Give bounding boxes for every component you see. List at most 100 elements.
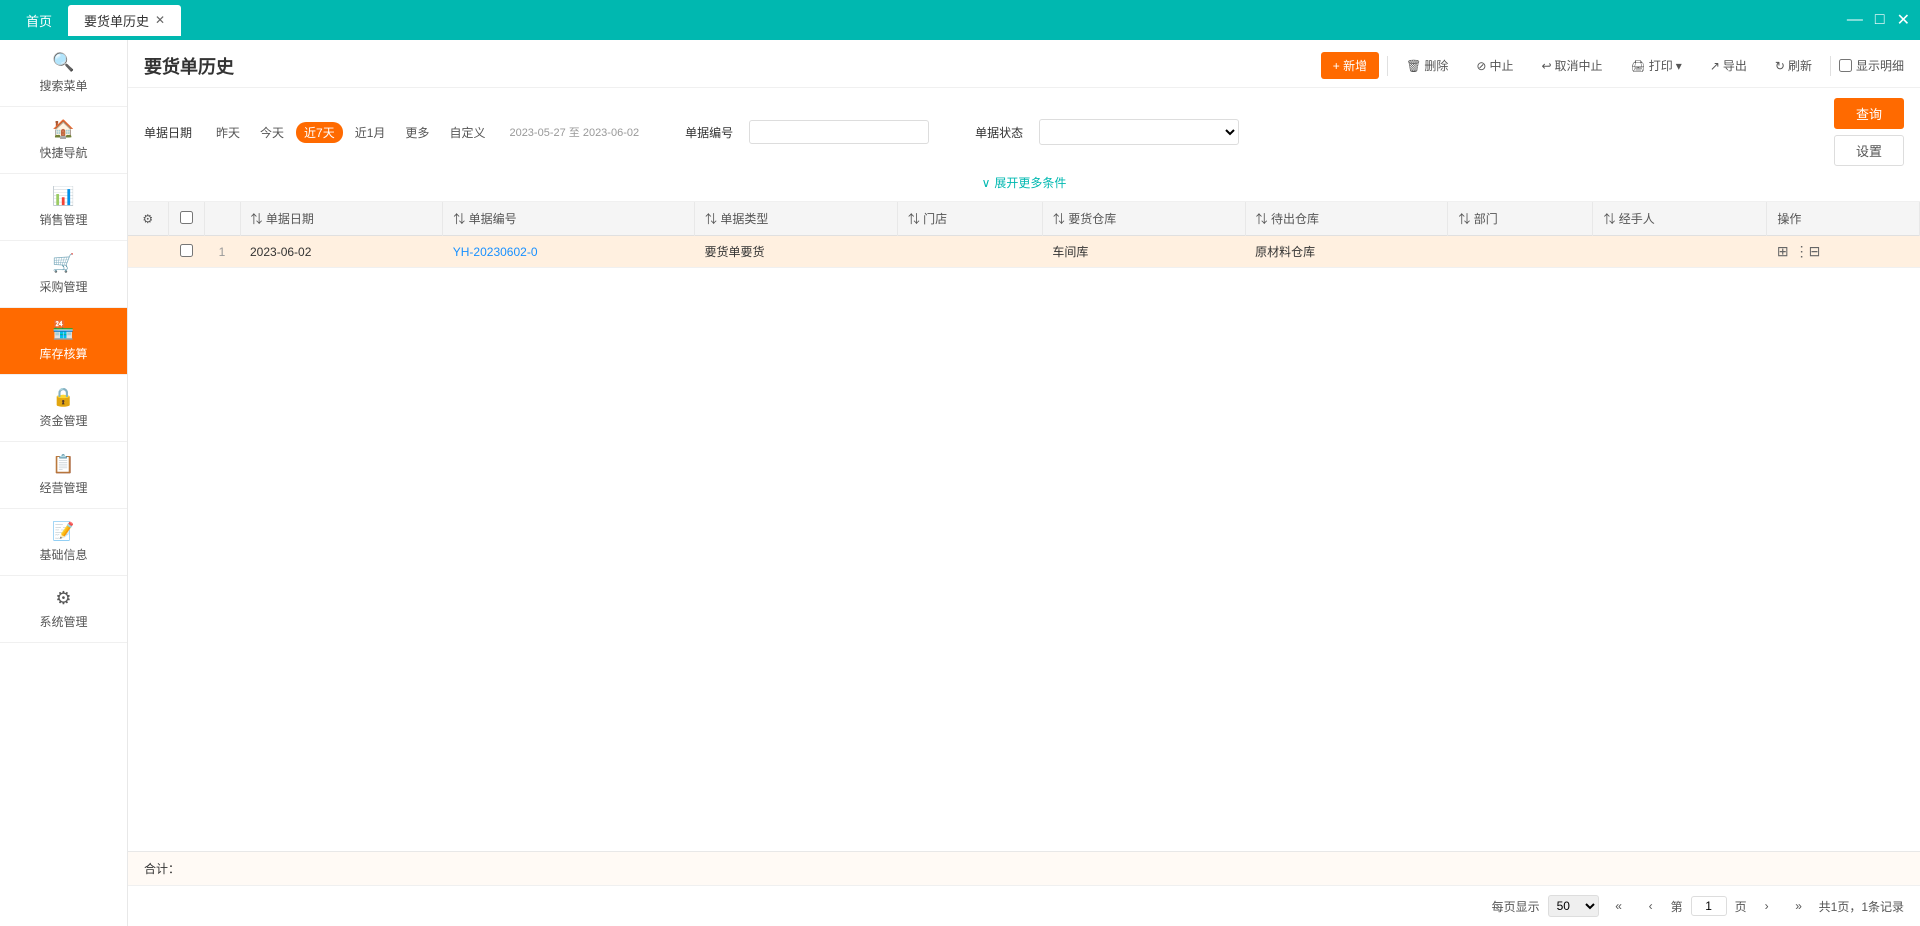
sidebar-item-search[interactable]: 🔍 搜索菜单 xyxy=(0,40,127,107)
table-footer: 合计： xyxy=(128,851,1920,885)
col-dept[interactable]: ⇅ 部门 xyxy=(1448,202,1593,236)
select-all-checkbox[interactable] xyxy=(180,211,193,224)
sidebar-item-purchase[interactable]: 🛒 采购管理 xyxy=(0,241,127,308)
new-button[interactable]: + 新增 xyxy=(1321,52,1379,79)
expand-more[interactable]: ∨ 展开更多条件 xyxy=(144,174,1904,191)
col-doctype-label: ⇅ 单据类型 xyxy=(705,212,768,226)
next-page-btn[interactable]: › xyxy=(1755,894,1779,918)
op-icons: ⊞ ⋮⊟ xyxy=(1777,243,1910,260)
today-btn[interactable]: 今天 xyxy=(252,122,292,143)
sidebar-item-finance[interactable]: 🔒 资金管理 xyxy=(0,375,127,442)
last7days-btn[interactable]: 近7天 xyxy=(296,122,343,143)
refresh-button[interactable]: ↻ 刷新 xyxy=(1765,52,1822,79)
sidebar-label-purchase: 采购管理 xyxy=(39,278,87,295)
tab-close-icon[interactable]: ✕ xyxy=(155,13,165,27)
stop-icon: ⊘ xyxy=(1476,59,1486,73)
sidebar-label-search: 搜索菜单 xyxy=(39,77,87,94)
col-checkbox xyxy=(168,202,204,236)
col-date[interactable]: ⇅ 单据日期 xyxy=(240,202,443,236)
col-pendingwarehouse-label: ⇅ 待出仓库 xyxy=(1256,212,1319,226)
doc-icon: 📝 xyxy=(52,521,74,542)
last1month-btn[interactable]: 近1月 xyxy=(347,122,394,143)
print-dropdown-icon: ▾ xyxy=(1676,59,1682,73)
sidebar-item-quicknav[interactable]: 🏠 快捷导航 xyxy=(0,107,127,174)
sidebar-item-operations[interactable]: 📋 经营管理 xyxy=(0,442,127,509)
display-detail-checkbox[interactable] xyxy=(1839,59,1852,72)
status-select[interactable] xyxy=(1039,119,1239,145)
more-btn[interactable]: 更多 xyxy=(397,122,437,143)
col-pendingwarehouse[interactable]: ⇅ 待出仓库 xyxy=(1245,202,1448,236)
sidebar-item-system[interactable]: ⚙ 系统管理 xyxy=(0,576,127,643)
summary-label: 合计： xyxy=(144,862,180,876)
col-dept-label: ⇅ 部门 xyxy=(1458,212,1497,226)
delete-icon: 🗑 xyxy=(1406,59,1421,73)
window-controls: — □ ✕ xyxy=(1847,10,1910,30)
stop-button[interactable]: ⊘ 中止 xyxy=(1466,52,1523,79)
minimize-icon[interactable]: — xyxy=(1847,11,1863,29)
col-settings[interactable]: ⚙ xyxy=(128,202,168,236)
divider2 xyxy=(1830,56,1831,76)
sidebar-item-sales[interactable]: 📊 销售管理 xyxy=(0,174,127,241)
settings-button[interactable]: 设置 xyxy=(1834,135,1904,166)
divider1 xyxy=(1387,56,1388,76)
per-page-label: 每页显示 xyxy=(1492,898,1540,915)
filter-row-1: 单据日期 昨天 今天 近7天 近1月 更多 自定义 2023-05-27 至 2… xyxy=(144,98,1904,166)
view-detail-icon[interactable]: ⊞ xyxy=(1777,243,1789,260)
custom-btn[interactable]: 自定义 xyxy=(441,122,493,143)
last-page-btn[interactable]: » xyxy=(1787,894,1811,918)
cancel-stop-button[interactable]: ↩ 取消中止 xyxy=(1531,52,1612,79)
doc-no-link[interactable]: YH-20230602-0 xyxy=(453,245,538,259)
tab-home[interactable]: 首页 xyxy=(10,5,68,36)
sidebar-item-basicinfo[interactable]: 📝 基础信息 xyxy=(0,509,127,576)
date-filter-buttons: 昨天 今天 近7天 近1月 更多 自定义 xyxy=(208,122,493,143)
action-buttons: 查询 设置 xyxy=(1818,98,1904,166)
print-button[interactable]: 🖨 打印 ▾ xyxy=(1621,52,1692,79)
query-button[interactable]: 查询 xyxy=(1834,98,1904,129)
sidebar-label-system: 系统管理 xyxy=(39,613,87,630)
row-checkbox-cell[interactable] xyxy=(168,236,204,268)
col-handler[interactable]: ⇅ 经手人 xyxy=(1593,202,1767,236)
col-store-label: ⇅ 门店 xyxy=(908,212,947,226)
warehouse-icon: 🏪 xyxy=(52,320,74,341)
tab-active[interactable]: 要货单历史 ✕ xyxy=(68,5,181,36)
delete-button[interactable]: 🗑 删除 xyxy=(1396,52,1458,79)
page-title: 要货单历史 xyxy=(144,53,234,79)
row-doctype-cell: 要货单要货 xyxy=(695,236,898,268)
close-window-icon[interactable]: ✕ xyxy=(1897,10,1910,30)
row-docno-cell[interactable]: YH-20230602-0 xyxy=(443,236,695,268)
sidebar-item-inventory[interactable]: 🏪 库存核算 xyxy=(0,308,127,375)
row-checkbox[interactable] xyxy=(180,244,193,257)
print-icon: 🖨 xyxy=(1631,59,1646,73)
col-store[interactable]: ⇅ 门店 xyxy=(897,202,1042,236)
page-label: 第 xyxy=(1671,898,1683,915)
toolbar: + 新增 🗑 删除 ⊘ 中止 ↩ 取消中止 🖨 打印 ▾ xyxy=(1321,52,1904,79)
export-button[interactable]: ↗ 导出 xyxy=(1700,52,1757,79)
doc-no-input[interactable] xyxy=(749,120,929,144)
row-dept-cell xyxy=(1448,236,1593,268)
prev-page-btn[interactable]: ‹ xyxy=(1639,894,1663,918)
display-detail-toggle[interactable]: 显示明细 xyxy=(1839,57,1904,74)
sidebar-label-operations: 经营管理 xyxy=(39,479,87,496)
col-reqwarehouse[interactable]: ⇅ 要货仓库 xyxy=(1042,202,1245,236)
yesterday-btn[interactable]: 昨天 xyxy=(208,122,248,143)
total-info: 共1页，1条记录 xyxy=(1819,898,1904,915)
refresh-icon: ↻ xyxy=(1775,59,1785,73)
col-num xyxy=(204,202,240,236)
filter-area: 单据日期 昨天 今天 近7天 近1月 更多 自定义 2023-05-27 至 2… xyxy=(128,88,1920,202)
sidebar-label-quicknav: 快捷导航 xyxy=(39,144,87,161)
col-docno-label: ⇅ 单据编号 xyxy=(453,212,516,226)
content-area: 要货单历史 + 新增 🗑 删除 ⊘ 中止 ↩ 取消中止 🖨 打 xyxy=(128,40,1920,926)
sidebar-label-inventory: 库存核算 xyxy=(39,345,87,362)
col-docno[interactable]: ⇅ 单据编号 xyxy=(443,202,695,236)
first-page-btn[interactable]: « xyxy=(1607,894,1631,918)
data-table: ⚙ ⇅ 单据日期 ⇅ 单据编号 ⇅ 单据类型 xyxy=(128,202,1920,268)
per-page-select[interactable]: 10 20 50 100 xyxy=(1548,895,1599,917)
chevron-down-icon: ∨ xyxy=(982,176,991,190)
sidebar: 🔍 搜索菜单 🏠 快捷导航 📊 销售管理 🛒 采购管理 🏪 库存核算 🔒 资金管… xyxy=(0,40,128,926)
export-icon: ↗ xyxy=(1710,59,1720,73)
maximize-icon[interactable]: □ xyxy=(1875,11,1885,29)
col-doctype[interactable]: ⇅ 单据类型 xyxy=(695,202,898,236)
page-input[interactable] xyxy=(1691,896,1727,916)
more-ops-icon[interactable]: ⋮⊟ xyxy=(1795,243,1821,260)
table-area: ⚙ ⇅ 单据日期 ⇅ 单据编号 ⇅ 单据类型 xyxy=(128,202,1920,851)
